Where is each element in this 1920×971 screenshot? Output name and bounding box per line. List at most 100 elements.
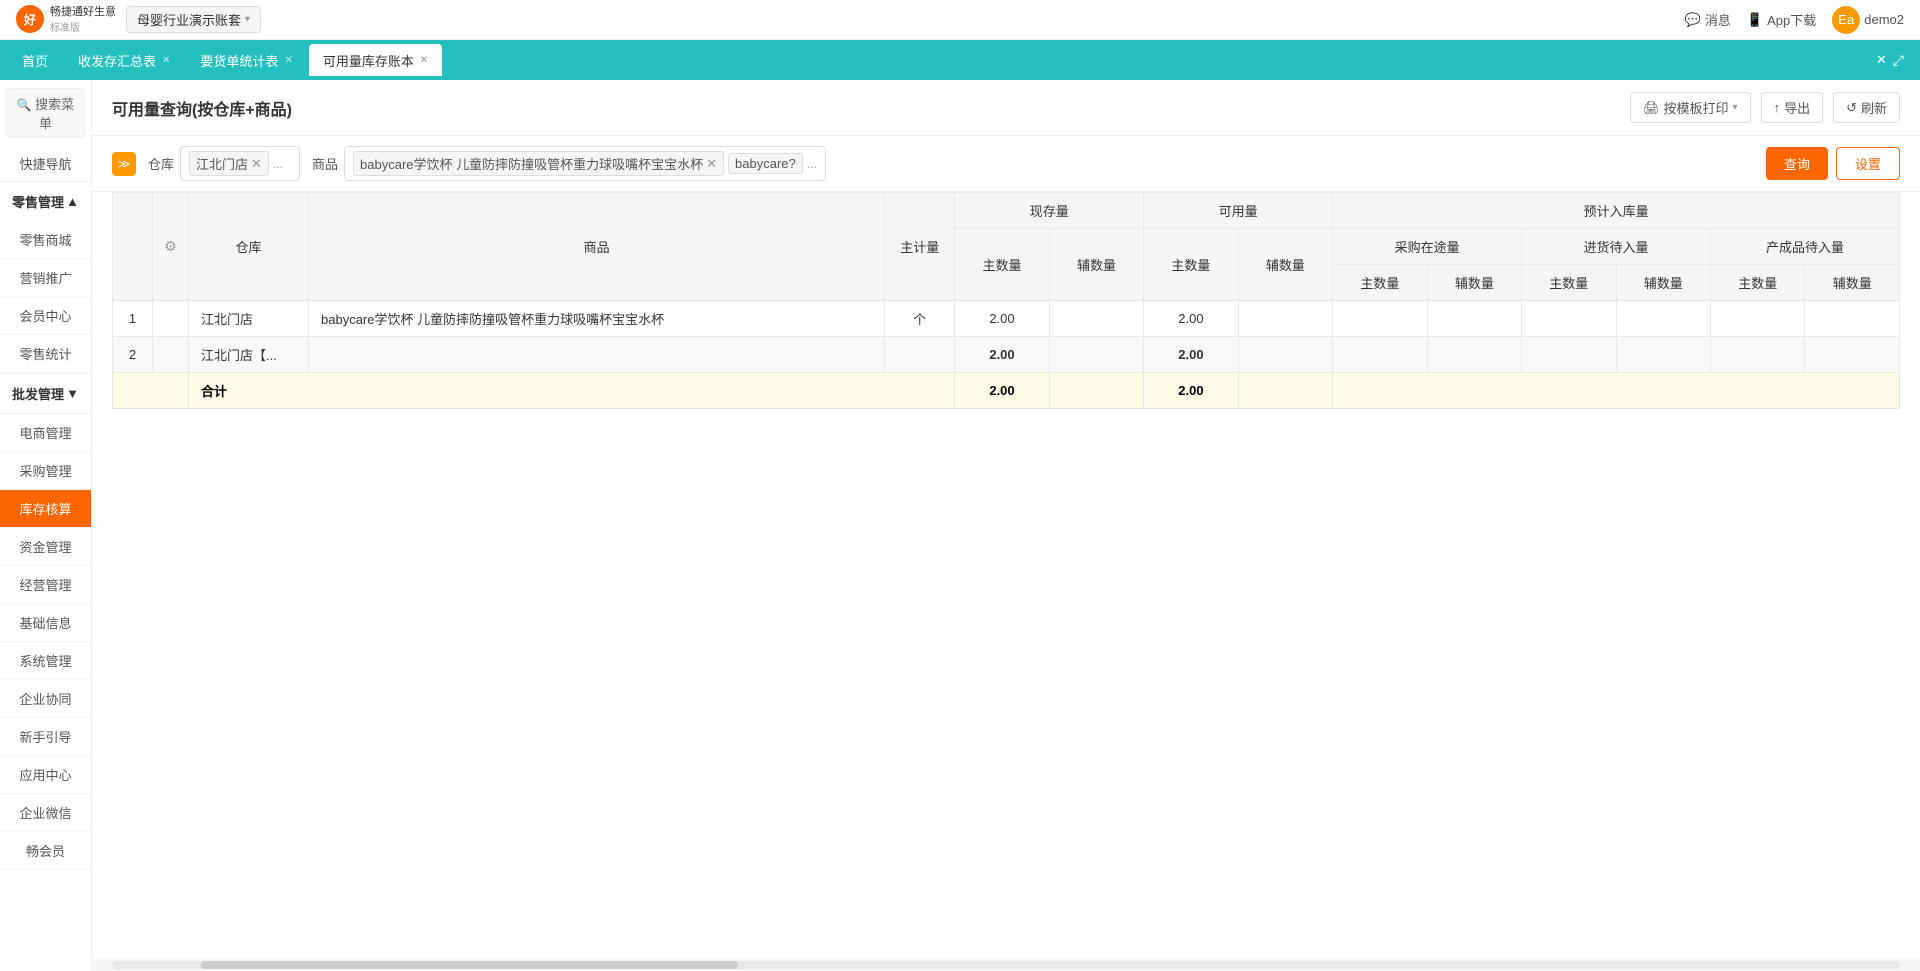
logo-text: 畅捷通好生意 [50, 5, 116, 19]
row-current-main-qty-2: 2.00 [955, 337, 1049, 373]
filter-actions: 查询 设置 [1766, 147, 1900, 180]
query-btn[interactable]: 查询 [1766, 147, 1828, 180]
row-current-aux-qty-2 [1049, 337, 1143, 373]
col-current-stock: 现存量 [955, 193, 1144, 229]
export-icon: ↑ [1774, 100, 1781, 115]
sidebar-item-retail-store[interactable]: 零售商城 [0, 221, 91, 259]
chevron-icon-2: ▼ [66, 386, 79, 401]
page-title: 可用量查询(按仓库+商品) [112, 96, 292, 120]
col-available-main-qty: 主数量 [1144, 229, 1238, 301]
product-tag2: babycare? [728, 153, 803, 174]
sidebar-item-retail-stats[interactable]: 零售统计 [0, 335, 91, 373]
tab-close-receipts[interactable]: ✕ [162, 55, 170, 66]
row-gear-2 [153, 337, 189, 373]
gear-icon[interactable]: ⚙ [164, 238, 177, 254]
content-area: 可用量查询(按仓库+商品) 🖨 按模板打印 ▾ ↑ 导出 ↺ 刷新 ≫ [92, 80, 1920, 971]
sidebar-item-chang-member[interactable]: 畅会员 [0, 832, 91, 870]
col-expected-in: 预计入库量 [1333, 193, 1900, 229]
user-profile[interactable]: Ea demo2 [1832, 6, 1904, 34]
search-menu-btn[interactable]: 🔍 搜索菜单 [6, 88, 85, 138]
product-label: 商品 [312, 154, 338, 173]
warehouse-input[interactable]: 江北门店 ✕ ... [180, 146, 300, 181]
sidebar-item-purchase-mgmt[interactable]: 采购管理 [0, 452, 91, 490]
sidebar-item-ecommerce-mgmt[interactable]: 电商管理 [0, 414, 91, 452]
col-pt-aux: 辅数量 [1427, 265, 1521, 301]
row-main-unit-2 [885, 337, 955, 373]
total-current-main-qty: 2.00 [955, 373, 1049, 409]
product-input[interactable]: babycare学饮杯 儿童防摔防撞吸管杯重力球吸嘴杯宝宝水杯 ✕ babyca… [344, 146, 826, 181]
sidebar-item-member-center[interactable]: 会员中心 [0, 297, 91, 335]
scrollbar-track[interactable] [112, 961, 1900, 969]
sidebar-item-system-mgmt[interactable]: 系统管理 [0, 642, 91, 680]
row-available-main-qty-2: 2.00 [1144, 337, 1238, 373]
tab-close-inventory[interactable]: ✕ [420, 55, 428, 66]
row-available-aux-qty [1238, 301, 1332, 337]
top-bar-right: 💬 消息 📱 App下载 Ea demo2 [1685, 6, 1904, 34]
row-pt-aux [1427, 301, 1521, 337]
print-icon: 🖨 [1643, 100, 1660, 116]
setting-btn[interactable]: 设置 [1836, 147, 1900, 180]
industry-selector[interactable]: 母婴行业演示账套 ▾ [126, 6, 261, 33]
app-download-btn[interactable]: 📱 App下载 [1747, 10, 1816, 29]
row-pt-aux-2 [1427, 337, 1521, 373]
warehouse-more[interactable]: ... [273, 157, 283, 171]
tab-bar: 首页 收发存汇总表 ✕ 要货单统计表 ✕ 可用量库存账本 ✕ ✕ ⤢ [0, 40, 1920, 80]
print-btn[interactable]: 🖨 按模板打印 ▾ [1630, 92, 1751, 123]
row-prod-main [1711, 301, 1805, 337]
tab-inventory[interactable]: 可用量库存账本 ✕ [309, 44, 442, 76]
col-index [113, 193, 153, 301]
sidebar: 🔍 搜索菜单 快捷导航 零售管理 ▲ 零售商城 营销推广 会员中心 零售统计 [0, 80, 92, 971]
row-main-unit: 个 [885, 301, 955, 337]
close-all-icon: ✕ [1876, 52, 1887, 68]
tab-orders[interactable]: 要货单统计表 ✕ [186, 44, 306, 76]
product-more[interactable]: ... [807, 157, 817, 171]
sidebar-item-inventory-mgmt[interactable]: 库存核算 [0, 490, 91, 528]
scrollbar-thumb[interactable] [201, 961, 737, 969]
row-pt-main-2 [1333, 337, 1427, 373]
refresh-btn[interactable]: ↺ 刷新 [1833, 92, 1900, 123]
tab-receipts[interactable]: 收发存汇总表 ✕ [64, 44, 184, 76]
sidebar-item-app-center[interactable]: 应用中心 [0, 756, 91, 794]
warehouse-tag-close[interactable]: ✕ [251, 156, 262, 172]
warehouse-tag: 江北门店 ✕ [189, 151, 269, 176]
total-row: 合计 2.00 2.00 [113, 373, 1900, 409]
row-pp-main-2 [1522, 337, 1616, 373]
sidebar-item-wholesale-mgmt[interactable]: 批发管理 ▼ [0, 374, 91, 413]
col-current-aux-qty: 辅数量 [1049, 229, 1143, 301]
sidebar-item-finance-mgmt[interactable]: 资金管理 [0, 528, 91, 566]
maximize-icon: ⤢ [1893, 52, 1904, 69]
tab-close-orders[interactable]: ✕ [284, 55, 292, 66]
sidebar-item-enterprise-collab[interactable]: 企业协同 [0, 680, 91, 718]
sidebar-item-marketing[interactable]: 营销推广 [0, 259, 91, 297]
message-icon: 💬 [1685, 12, 1701, 28]
row-prod-aux [1805, 301, 1900, 337]
row-prod-aux-2 [1805, 337, 1900, 373]
filter-bar: ≫ 仓库 江北门店 ✕ ... 商品 babycare学饮杯 儿童防摔防撞吸管杯… [92, 136, 1920, 192]
chevron-icon: ▲ [66, 194, 79, 209]
sidebar-item-basic-info[interactable]: 基础信息 [0, 604, 91, 642]
col-warehouse: 仓库 [189, 193, 309, 301]
product-tag-close[interactable]: ✕ [706, 156, 717, 172]
col-gear[interactable]: ⚙ [153, 193, 189, 301]
export-btn[interactable]: ↑ 导出 [1761, 92, 1824, 123]
tab-close-all-btn[interactable]: ✕ ⤢ [1868, 52, 1912, 69]
row-available-aux-qty-2 [1238, 337, 1332, 373]
quick-nav-btn[interactable]: 快捷导航 [0, 146, 91, 182]
sidebar-item-operations-mgmt[interactable]: 经营管理 [0, 566, 91, 604]
row-product-2 [309, 337, 885, 373]
col-available-aux-qty: 辅数量 [1238, 229, 1332, 301]
message-btn[interactable]: 💬 消息 [1685, 10, 1731, 29]
row-pp-aux [1616, 301, 1710, 337]
table-footer [92, 959, 1920, 971]
sidebar-group-wholesale: 批发管理 ▼ [0, 374, 91, 414]
avatar: Ea [1832, 6, 1860, 34]
row-gear [153, 301, 189, 337]
filter-toggle-btn[interactable]: ≫ [112, 152, 136, 176]
row-product: babycare学饮杯 儿童防摔防撞吸管杯重力球吸嘴杯宝宝水杯 [309, 301, 885, 337]
print-dropdown-icon: ▾ [1733, 102, 1738, 113]
tab-home[interactable]: 首页 [8, 44, 62, 76]
sidebar-item-enterprise-wechat[interactable]: 企业微信 [0, 794, 91, 832]
sidebar-item-new-guide[interactable]: 新手引导 [0, 718, 91, 756]
sidebar-item-retail-mgmt[interactable]: 零售管理 ▲ [0, 182, 91, 221]
row-warehouse: 江北门店 [189, 301, 309, 337]
